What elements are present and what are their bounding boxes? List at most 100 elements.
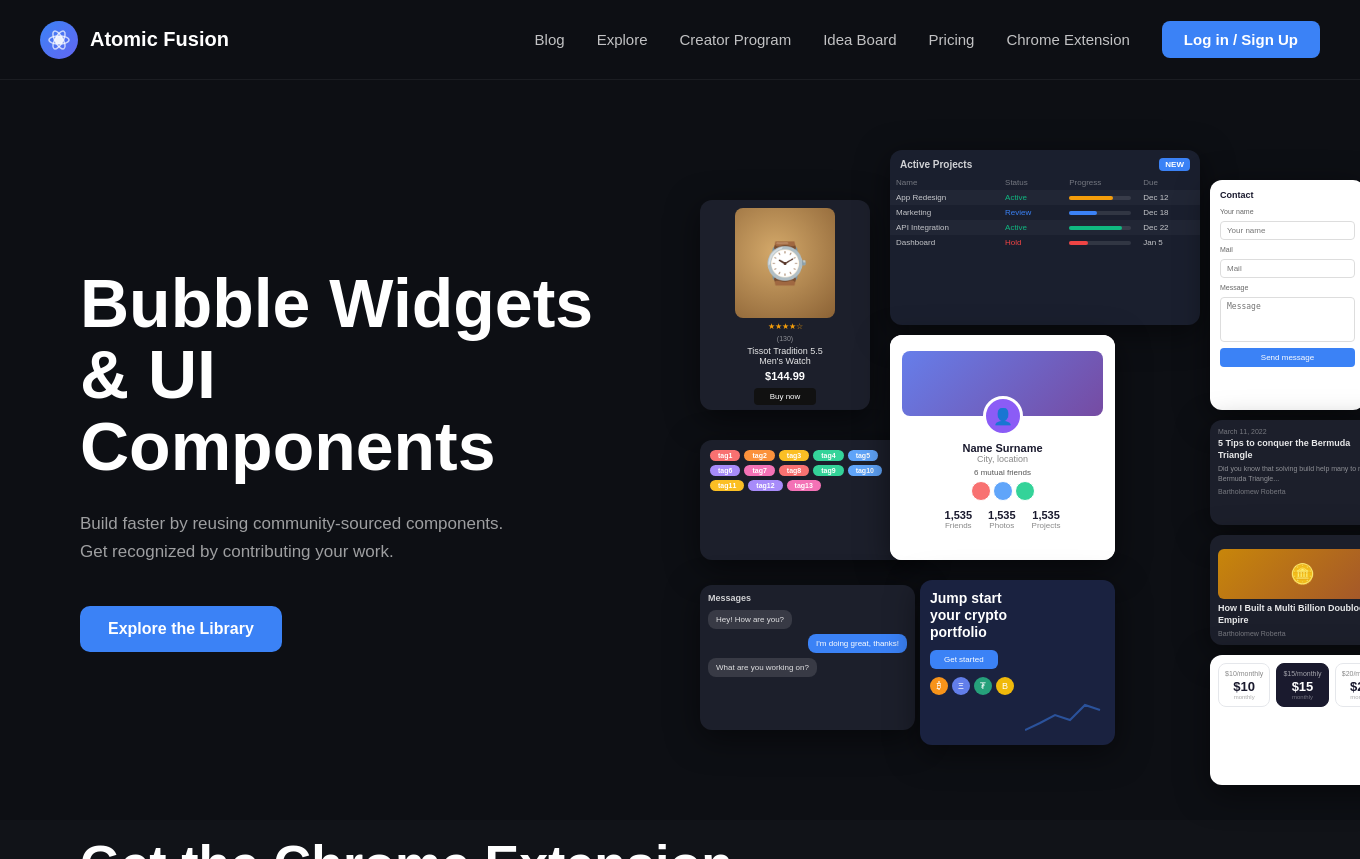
bitcoin-icon: ₿ <box>930 677 948 695</box>
tag[interactable]: tag11 <box>710 480 744 491</box>
blog1-snippet: Did you know that solving build help man… <box>1218 464 1360 484</box>
crypto-chart <box>1025 695 1105 735</box>
nav-link-creator-program[interactable]: Creator Program <box>679 31 791 48</box>
chat-bubble-left: What are you working on? <box>708 658 817 677</box>
crypto-widget: Jump start your crypto portfolio Get sta… <box>920 580 1115 745</box>
chat-bubble-right: I'm doing great, thanks! <box>808 634 907 653</box>
pricing-plan-pro: $20/monthly $20 monthly <box>1335 663 1360 707</box>
watch-buy-button[interactable]: Buy now <box>754 388 817 405</box>
tag[interactable]: tag9 <box>813 465 843 476</box>
mutual-avatars <box>971 481 1035 501</box>
chat-message: What are you working on? <box>708 658 907 677</box>
blog2-image: 🪙 <box>1218 549 1360 599</box>
chat-message: Hey! How are you? <box>708 610 907 629</box>
tag[interactable]: tag5 <box>848 450 878 461</box>
hero-title: Bubble Widgets & UI Components <box>80 268 640 482</box>
tag[interactable]: tag2 <box>744 450 774 461</box>
form-title: Contact <box>1220 190 1355 200</box>
blog1-date: March 11, 2022 <box>1218 428 1360 435</box>
table-title: Active Projects <box>900 159 972 170</box>
tag[interactable]: tag12 <box>748 480 782 491</box>
col-progress: Progress <box>1063 175 1137 190</box>
bottom-title: Get the Chrome Extension <box>80 838 733 859</box>
hero-subtitle: Build faster by reusing community-source… <box>80 510 640 566</box>
tag[interactable]: tag1 <box>710 450 740 461</box>
mutual-avatar <box>993 481 1013 501</box>
tether-icon: ₮ <box>974 677 992 695</box>
nav-links: Blog Explore Creator Program Idea Board … <box>535 21 1320 58</box>
col-due: Due <box>1137 175 1200 190</box>
blog-widget-2: 🪙 How I Built a Multi Billion Doubloon E… <box>1210 535 1360 645</box>
profile-avatar: 👤 <box>983 396 1023 436</box>
tag[interactable]: tag10 <box>848 465 882 476</box>
login-signup-button[interactable]: Log in / Sign Up <box>1162 21 1320 58</box>
ethereum-icon: Ξ <box>952 677 970 695</box>
tags-row-3: tag11 tag12 tag13 <box>710 480 905 491</box>
crypto-headline: Jump start your crypto portfolio <box>930 590 1105 640</box>
explore-library-button[interactable]: Explore the Library <box>80 606 282 652</box>
blog1-title: 5 Tips to conquer the Bermuda Triangle <box>1218 438 1360 461</box>
send-message-button[interactable]: Send message <box>1220 348 1355 367</box>
crypto-get-started-button[interactable]: Get started <box>930 650 998 669</box>
nav-link-explore[interactable]: Explore <box>597 31 648 48</box>
widget-mosaic: ⌚ ★★★★☆ (130) Tissot Tradition 5.5 Men's… <box>700 150 1320 770</box>
chat-header: Messages <box>708 593 907 603</box>
watch-reviews: (130) <box>777 335 793 342</box>
pricing-widget: $10/monthly $10 monthly $15/monthly $15 … <box>1210 655 1360 785</box>
mail-input[interactable] <box>1220 259 1355 278</box>
stat-projects: 1,535 Projects <box>1032 509 1061 530</box>
table-row: Dashboard Hold Jan 5 <box>890 235 1200 250</box>
profile-card-widget: 👤 Name Surname City, location 6 mutual f… <box>890 335 1115 560</box>
nav-link-idea-board[interactable]: Idea Board <box>823 31 896 48</box>
tag[interactable]: tag3 <box>779 450 809 461</box>
watch-name: Tissot Tradition 5.5 Men's Watch <box>747 346 823 366</box>
message-input[interactable] <box>1220 297 1355 342</box>
watch-image: ⌚ <box>735 208 835 318</box>
tag[interactable]: tag7 <box>744 465 774 476</box>
mail-label: Mail <box>1220 246 1355 253</box>
col-status: Status <box>999 175 1063 190</box>
nav-link-blog[interactable]: Blog <box>535 31 565 48</box>
bottom-section: Get the Chrome Extension <box>0 820 1360 859</box>
pricing-plan-basic: $10/monthly $10 monthly <box>1218 663 1270 707</box>
navbar: Atomic Fusion Blog Explore Creator Progr… <box>0 0 1360 80</box>
crypto-coin-icons: ₿ Ξ ₮ B <box>930 677 1105 695</box>
table-badge: NEW <box>1159 158 1190 171</box>
projects-table: Name Status Progress Due App Redesign Ac… <box>890 175 1200 250</box>
profile-stats: 1,535 Friends 1,535 Photos 1,535 Project… <box>945 509 1061 530</box>
table-row: Marketing Review Dec 18 <box>890 205 1200 220</box>
nav-link-chrome-extension[interactable]: Chrome Extension <box>1006 31 1129 48</box>
tag[interactable]: tag4 <box>813 450 843 461</box>
hero-subtitle-line2: Get recognized by contributing your work… <box>80 542 394 561</box>
contact-form-widget: Contact Your name Mail Message Send mess… <box>1210 180 1360 410</box>
mutual-avatar <box>1015 481 1035 501</box>
table-row: App Redesign Active Dec 12 <box>890 190 1200 205</box>
watch-widget: ⌚ ★★★★☆ (130) Tissot Tradition 5.5 Men's… <box>700 200 870 410</box>
tags-row-2: tag6 tag7 tag8 tag9 tag10 <box>710 465 905 476</box>
logo-icon <box>40 21 78 59</box>
tag[interactable]: tag8 <box>779 465 809 476</box>
table-row: API Integration Active Dec 22 <box>890 220 1200 235</box>
watch-stars: ★★★★☆ <box>768 322 803 331</box>
pricing-plan-featured: $15/monthly $15 monthly <box>1276 663 1328 707</box>
hero-subtitle-line1: Build faster by reusing community-source… <box>80 514 503 533</box>
mutual-friends-text: 6 mutual friends <box>974 468 1031 477</box>
chat-widget: Messages Hey! How are you? I'm doing gre… <box>700 585 915 730</box>
tag[interactable]: tag6 <box>710 465 740 476</box>
blog2-title: How I Built a Multi Billion Doubloon Emp… <box>1218 603 1360 626</box>
brand-logo[interactable]: Atomic Fusion <box>40 21 229 59</box>
name-label: Your name <box>1220 208 1355 215</box>
tag[interactable]: tag13 <box>787 480 821 491</box>
blog1-author: Bartholomew Roberta <box>1218 488 1360 495</box>
nav-link-pricing[interactable]: Pricing <box>929 31 975 48</box>
brand-name: Atomic Fusion <box>90 28 229 51</box>
blog-widget-1: March 11, 2022 5 Tips to conquer the Ber… <box>1210 420 1360 525</box>
projects-table-widget: Active Projects NEW Name Status Progress… <box>890 150 1200 325</box>
watch-price: $144.99 <box>765 370 805 382</box>
tags-row-1: tag1 tag2 tag3 tag4 tag5 <box>710 450 905 461</box>
name-input[interactable] <box>1220 221 1355 240</box>
mutual-avatar <box>971 481 991 501</box>
hero-section: Bubble Widgets & UI Components Build fas… <box>0 80 1360 820</box>
stat-friends: 1,535 Friends <box>945 509 973 530</box>
stat-photos: 1,535 Photos <box>988 509 1016 530</box>
